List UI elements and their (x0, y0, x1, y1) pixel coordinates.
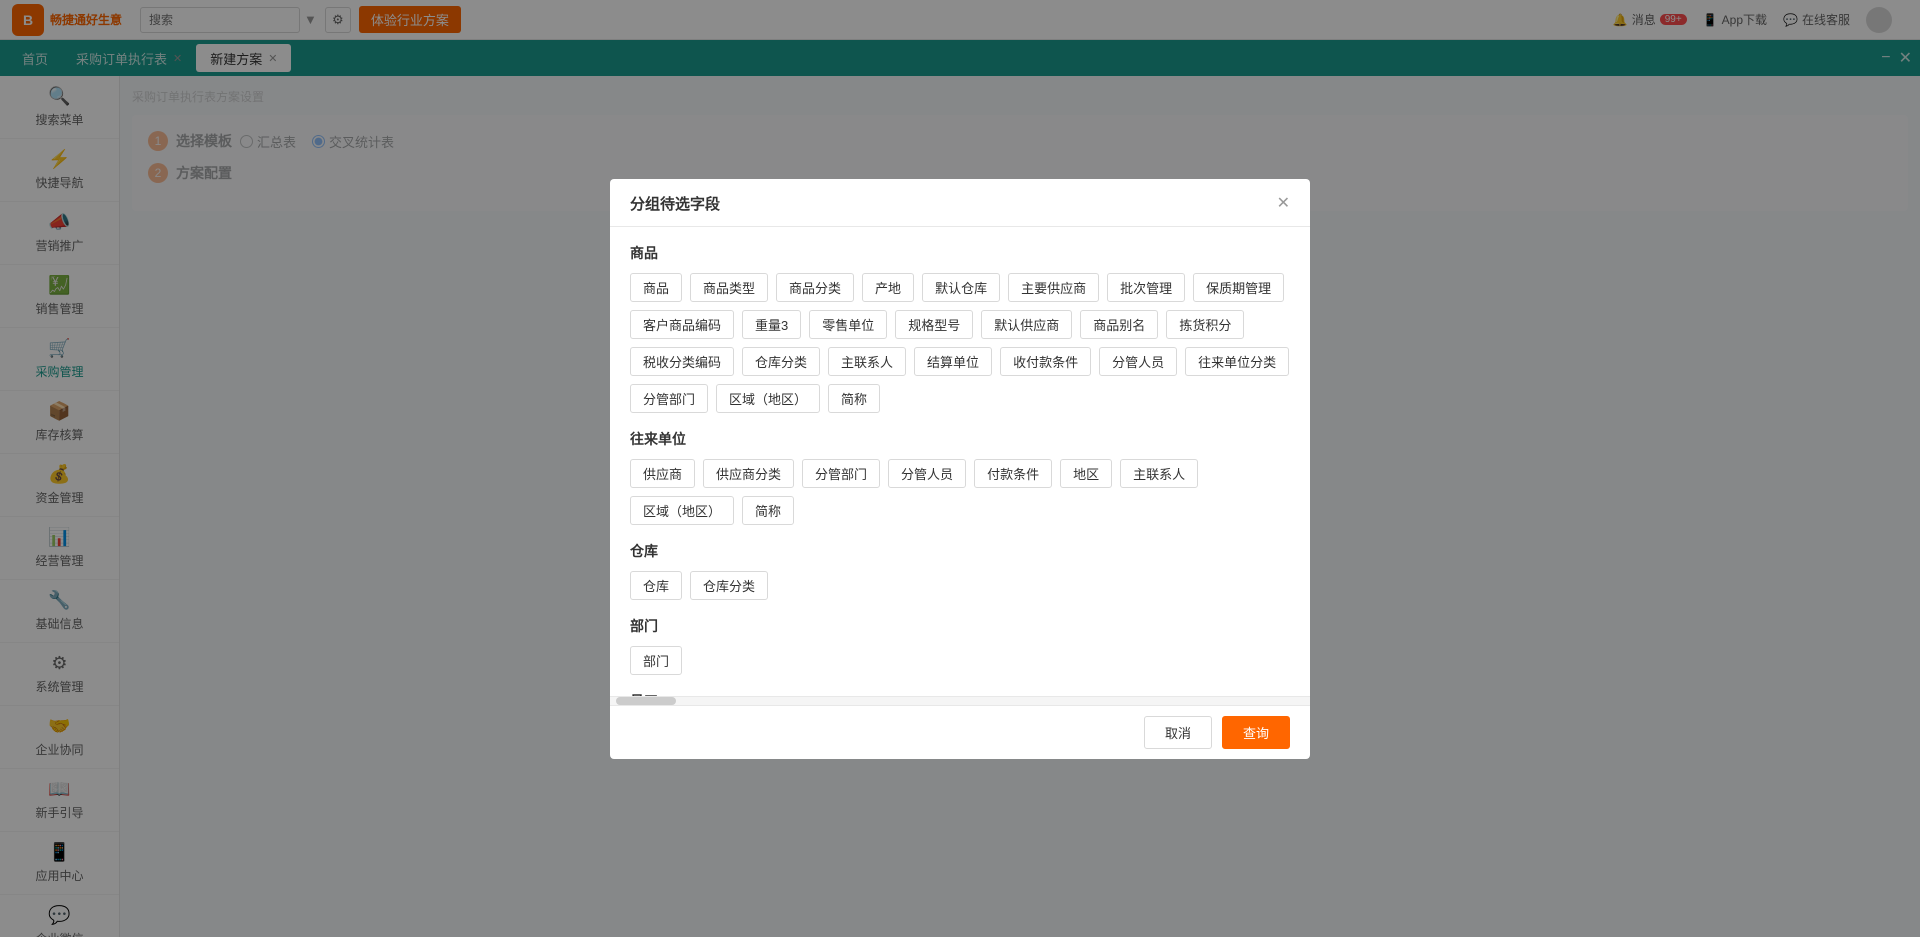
confirm-button[interactable]: 查询 (1222, 716, 1290, 749)
modal-overlay: 分组待选字段 ✕ 商品 商品 商品类型 商品分类 产地 默认仓库 主要供应商 (120, 76, 1920, 937)
field-tag-shelf-life[interactable]: 保质期管理 (1193, 273, 1284, 302)
field-tag-supplier-category[interactable]: 供应商分类 (703, 459, 794, 488)
modal-footer: 取消 查询 (610, 705, 1310, 759)
section-warehouse: 仓库 仓库 仓库分类 (630, 541, 1290, 600)
field-tag-partner-region[interactable]: 区域（地区） (630, 496, 734, 525)
section-partner-title: 往来单位 (630, 429, 1290, 449)
field-tag-abbr[interactable]: 简称 (828, 384, 880, 413)
cancel-button[interactable]: 取消 (1144, 716, 1212, 749)
field-tag-goods-type[interactable]: 商品类型 (690, 273, 768, 302)
field-tag-tax-code[interactable]: 税收分类编码 (630, 347, 734, 376)
section-warehouse-tags: 仓库 仓库分类 (630, 571, 1290, 600)
section-partner: 往来单位 供应商 供应商分类 分管部门 分管人员 付款条件 地区 主联系人 区域… (630, 429, 1290, 525)
field-tag-department[interactable]: 部门 (630, 646, 682, 675)
field-tag-partner-dept[interactable]: 分管部门 (802, 459, 880, 488)
field-tag-goods[interactable]: 商品 (630, 273, 682, 302)
field-tag-default-warehouse[interactable]: 默认仓库 (922, 273, 1000, 302)
field-tag-settlement-unit[interactable]: 结算单位 (914, 347, 992, 376)
field-tag-area[interactable]: 地区 (1060, 459, 1112, 488)
section-goods-title: 商品 (630, 243, 1290, 263)
section-department: 部门 部门 (630, 616, 1290, 675)
section-department-title: 部门 (630, 616, 1290, 636)
modal-close-button[interactable]: ✕ (1277, 193, 1290, 213)
field-tag-partner-supervisor[interactable]: 分管人员 (888, 459, 966, 488)
field-tag-customer-code[interactable]: 客户商品编码 (630, 310, 734, 339)
modal-hscroll-thumb[interactable] (616, 697, 676, 705)
field-tag-origin[interactable]: 产地 (862, 273, 914, 302)
field-tag-goods-alias[interactable]: 商品别名 (1080, 310, 1158, 339)
section-goods-tags: 商品 商品类型 商品分类 产地 默认仓库 主要供应商 批次管理 保质期管理 客户… (630, 273, 1290, 413)
field-tag-default-supplier[interactable]: 默认供应商 (981, 310, 1072, 339)
field-tag-goods-category[interactable]: 商品分类 (776, 273, 854, 302)
field-tag-region[interactable]: 区域（地区） (716, 384, 820, 413)
field-tag-spec-model[interactable]: 规格型号 (895, 310, 973, 339)
field-select-modal: 分组待选字段 ✕ 商品 商品 商品类型 商品分类 产地 默认仓库 主要供应商 (610, 179, 1310, 759)
field-tag-payment-terms[interactable]: 收付款条件 (1000, 347, 1091, 376)
field-tag-weight3[interactable]: 重量3 (742, 310, 801, 339)
modal-header: 分组待选字段 ✕ (610, 179, 1310, 227)
section-warehouse-title: 仓库 (630, 541, 1290, 561)
field-tag-pick-points[interactable]: 拣货积分 (1166, 310, 1244, 339)
modal-title: 分组待选字段 (630, 193, 720, 214)
modal-body: 商品 商品 商品类型 商品分类 产地 默认仓库 主要供应商 批次管理 保质期管理… (610, 227, 1310, 696)
field-tag-warehouse[interactable]: 仓库 (630, 571, 682, 600)
section-partner-tags: 供应商 供应商分类 分管部门 分管人员 付款条件 地区 主联系人 区域（地区） … (630, 459, 1290, 525)
section-goods: 商品 商品 商品类型 商品分类 产地 默认仓库 主要供应商 批次管理 保质期管理… (630, 243, 1290, 413)
field-tag-partner-abbr[interactable]: 简称 (742, 496, 794, 525)
section-department-tags: 部门 (630, 646, 1290, 675)
main-layout: 🔍 搜索菜单 ⚡ 快捷导航 📣 营销推广 💹 销售管理 🛒 采购管理 📦 库存核… (0, 76, 1920, 937)
field-tag-partner-category[interactable]: 往来单位分类 (1185, 347, 1289, 376)
field-tag-batch-mgmt[interactable]: 批次管理 (1107, 273, 1185, 302)
field-tag-partner-main-contact[interactable]: 主联系人 (1120, 459, 1198, 488)
field-tag-main-supplier[interactable]: 主要供应商 (1008, 273, 1099, 302)
content: 采购订单执行表方案设置 1 选择模板 汇总表 交叉统计表 (120, 76, 1920, 937)
field-tag-supplier[interactable]: 供应商 (630, 459, 695, 488)
field-tag-retail-unit[interactable]: 零售单位 (809, 310, 887, 339)
field-tag-warehouse-category[interactable]: 仓库分类 (742, 347, 820, 376)
field-tag-dept[interactable]: 分管部门 (630, 384, 708, 413)
modal-horizontal-scrollbar[interactable] (610, 696, 1310, 705)
field-tag-payment-cond[interactable]: 付款条件 (974, 459, 1052, 488)
field-tag-warehouse-cat[interactable]: 仓库分类 (690, 571, 768, 600)
field-tag-supervisor[interactable]: 分管人员 (1099, 347, 1177, 376)
field-tag-main-contact[interactable]: 主联系人 (828, 347, 906, 376)
